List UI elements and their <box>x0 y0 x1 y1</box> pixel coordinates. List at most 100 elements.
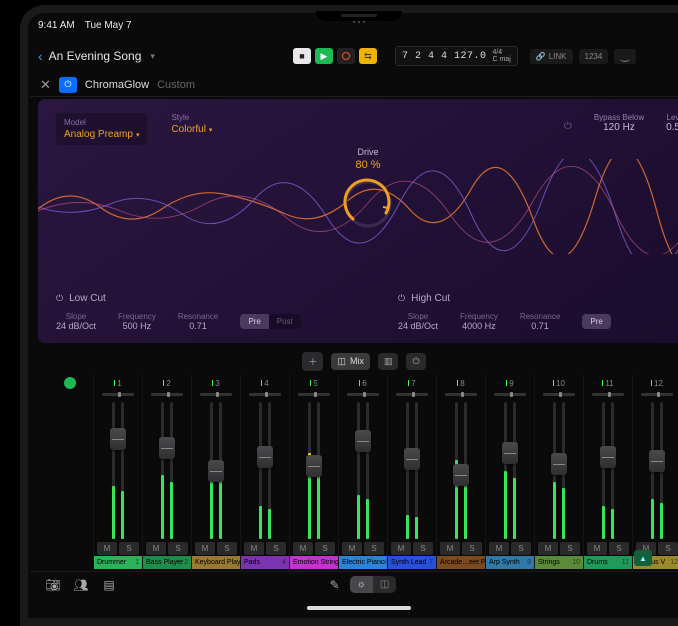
plugin-subbar: ✕ ⏻ ChromaGlow Custom <box>30 73 678 97</box>
record-button[interactable] <box>337 48 355 64</box>
view-segmented[interactable]: ☼ ◫ <box>350 576 397 593</box>
home-indicator[interactable] <box>307 606 411 610</box>
play-button[interactable]: ▶ <box>315 48 333 64</box>
channel-label[interactable]: Arcade…eet Pad8 <box>437 556 485 569</box>
cycle-button[interactable]: ⇆ <box>359 48 377 64</box>
back-icon[interactable]: ‹ <box>38 48 43 64</box>
mute-button[interactable]: M <box>440 542 460 555</box>
mute-button[interactable]: M <box>195 542 215 555</box>
channel-label[interactable]: Keyboard Player3 <box>192 556 240 569</box>
pencil-icon[interactable]: ✎ <box>326 578 344 592</box>
mute-button[interactable]: M <box>489 542 509 555</box>
style-selector[interactable]: Style Colorful▾ <box>171 113 212 135</box>
mute-button[interactable]: M <box>146 542 166 555</box>
solo-button[interactable]: S <box>511 542 531 555</box>
fader[interactable]: MSSynth Lead7 <box>388 396 436 569</box>
fader[interactable]: MSPads4 <box>241 396 289 569</box>
channel-label[interactable]: Emotion Strings5 <box>290 556 338 569</box>
close-icon[interactable]: ✕ <box>40 77 51 93</box>
highcut-slope[interactable]: Slope24 dB/Oct <box>398 312 438 331</box>
highcut-prepost[interactable]: Pre <box>582 314 610 329</box>
tempo-display[interactable]: 1234 <box>579 49 609 64</box>
mute-button[interactable]: M <box>293 542 313 555</box>
tuner-icon[interactable]: ⏝ <box>614 49 636 64</box>
channel-strip: 1 MSDrummer1 <box>94 375 143 569</box>
solo-button[interactable]: S <box>413 542 433 555</box>
fader[interactable]: MSChorus V12 <box>633 396 678 569</box>
lcd-extras: 🔗LINK 1234 ⏝ <box>530 49 636 64</box>
strip-header: 3 <box>212 375 219 391</box>
mute-button[interactable]: M <box>244 542 264 555</box>
lowcut-power-icon[interactable]: ⏻ <box>56 293 63 304</box>
channel-label[interactable]: Strings10 <box>535 556 583 569</box>
model-selector[interactable]: Model Analog Preamp▾ <box>56 113 147 145</box>
project-name[interactable]: An Evening Song <box>49 49 142 63</box>
mute-button[interactable]: M <box>587 542 607 555</box>
fader[interactable]: MSEmotion Strings5 <box>290 396 338 569</box>
plugin-power-button[interactable]: ⏻ <box>59 77 77 93</box>
note-icon[interactable]: ▤ <box>100 578 118 592</box>
fader[interactable]: MSStrings10 <box>535 396 583 569</box>
solo-button[interactable]: S <box>266 542 286 555</box>
mute-button[interactable]: M <box>97 542 117 555</box>
mute-button[interactable]: M <box>391 542 411 555</box>
channel-label[interactable]: Synth Lead7 <box>388 556 436 569</box>
add-button[interactable]: ＋ <box>302 352 323 371</box>
strip-header: 8 <box>457 375 464 391</box>
solo-button[interactable]: S <box>168 542 188 555</box>
mute-button[interactable]: M <box>342 542 362 555</box>
bypass-power-icon[interactable]: ⏻ <box>564 121 572 132</box>
stop-button[interactable]: ■ <box>293 48 311 64</box>
bypass-below[interactable]: Bypass Below 120 Hz <box>594 113 644 133</box>
camera-icon[interactable]: 📷︎ <box>44 578 62 592</box>
channel-strip: 8 MSArcade…eet Pad8 <box>437 375 486 569</box>
high-cut-section: ⏻High Cut Slope24 dB/Oct Frequency4000 H… <box>368 293 678 331</box>
library-button[interactable]: ▥ <box>378 353 399 370</box>
strip-header: 1 <box>114 375 121 391</box>
mute-button[interactable]: M <box>538 542 558 555</box>
highcut-freq[interactable]: Frequency4000 Hz <box>460 312 498 331</box>
fader[interactable]: MSDrummer1 <box>94 396 142 569</box>
solo-button[interactable]: S <box>609 542 629 555</box>
multitask-dots[interactable] <box>353 21 365 23</box>
plugin-name[interactable]: ChromaGlow <box>85 79 149 91</box>
lowcut-freq[interactable]: Frequency500 Hz <box>118 312 156 331</box>
solo-button[interactable]: S <box>560 542 580 555</box>
lowcut-slope[interactable]: Slope24 dB/Oct <box>56 312 96 331</box>
highcut-power-icon[interactable]: ⏻ <box>398 293 405 304</box>
solo-button[interactable]: S <box>364 542 384 555</box>
strip-header: 10 <box>553 375 565 391</box>
solo-button[interactable]: S <box>315 542 335 555</box>
project-dropdown-icon[interactable]: ▾ <box>150 51 155 62</box>
channel-label[interactable]: Arp Synth9 <box>486 556 534 569</box>
expand-button[interactable]: ▲ <box>634 550 652 566</box>
channel-label[interactable]: Bass Player2 <box>143 556 191 569</box>
fader[interactable]: MSElectric Piano6 <box>339 396 387 569</box>
plugin-preset[interactable]: Custom <box>157 79 195 91</box>
fader[interactable]: MSKeyboard Player3 <box>192 396 240 569</box>
channel-label[interactable]: Electric Piano6 <box>339 556 387 569</box>
fader[interactable]: MSArp Synth9 <box>486 396 534 569</box>
channel-strip: 12MSChorus V12 <box>633 375 678 569</box>
solo-button[interactable]: S <box>658 542 678 555</box>
group-icon[interactable]: 👥︎ <box>72 578 90 592</box>
fader[interactable]: MSBass Player2 <box>143 396 191 569</box>
lowcut-res[interactable]: Resonance0.71 <box>178 312 218 331</box>
solo-button[interactable]: S <box>462 542 482 555</box>
spotify-icon[interactable] <box>64 377 76 389</box>
level-param[interactable]: Lev 0.5 <box>666 113 678 133</box>
channel-label[interactable]: Drums11 <box>584 556 632 569</box>
channel-label[interactable]: Drummer1 <box>94 556 142 569</box>
fader[interactable]: MSDrums11 <box>584 396 632 569</box>
channel-label[interactable]: Pads4 <box>241 556 289 569</box>
solo-button[interactable]: S <box>119 542 139 555</box>
fader[interactable]: MSArcade…eet Pad8 <box>437 396 485 569</box>
drive-knob[interactable]: Drive 80 % <box>341 147 395 231</box>
highcut-res[interactable]: Resonance0.71 <box>520 312 560 331</box>
lowcut-prepost[interactable]: PrePost <box>240 314 300 329</box>
lcd-display[interactable]: 7 2 4 4 127.0 4/4 C maj <box>395 46 518 66</box>
mix-view-button[interactable]: ◫Mix <box>331 353 370 370</box>
solo-button[interactable]: S <box>217 542 237 555</box>
link-toggle[interactable]: 🔗LINK <box>530 49 573 64</box>
mixer-power-button[interactable]: ⏻ <box>406 353 425 370</box>
